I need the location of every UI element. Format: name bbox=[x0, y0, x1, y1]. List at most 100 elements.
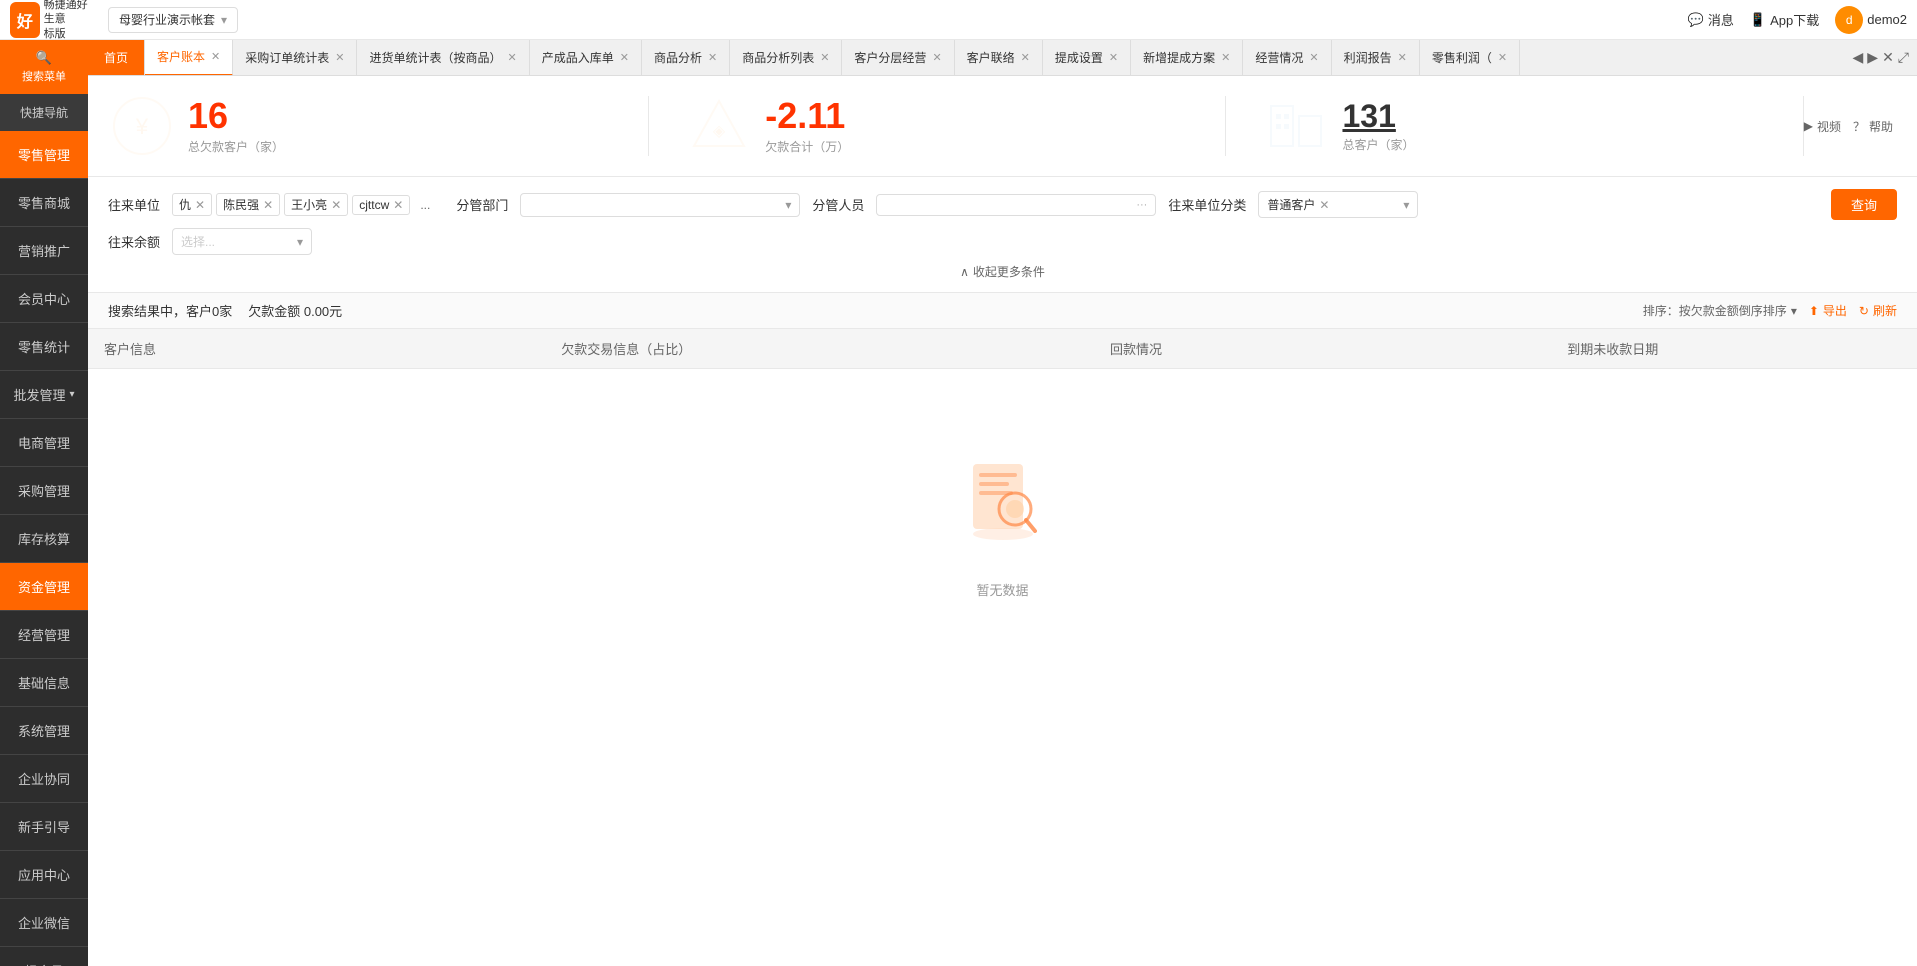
filter-tag-qiu[interactable]: 仇 ✕ bbox=[172, 193, 212, 216]
tab-close-instock-stats[interactable]: ✕ bbox=[508, 51, 517, 64]
sidebar-item-inventory[interactable]: 库存核算 bbox=[0, 514, 88, 562]
tab-promotion-settings[interactable]: 提成设置 ✕ bbox=[1043, 40, 1131, 76]
person-select[interactable]: ··· bbox=[876, 194, 1156, 216]
phone-icon: 📱 bbox=[1750, 12, 1766, 28]
stats-right-actions: ▶ 视频 ？ 帮助 bbox=[1804, 96, 1893, 156]
tab-business-status[interactable]: 经营情况 ✕ bbox=[1243, 40, 1331, 76]
filter-tag-chen[interactable]: 陈民强 ✕ bbox=[216, 193, 280, 216]
account-dropdown[interactable]: 母婴行业演示帐套 ▾ bbox=[108, 7, 238, 33]
tab-retail-profit[interactable]: 零售利润（ ✕ bbox=[1420, 40, 1520, 76]
tab-close-retail-profit[interactable]: ✕ bbox=[1498, 51, 1507, 64]
filter-tag-more[interactable]: ... bbox=[414, 196, 436, 214]
sidebar-item-app-center[interactable]: 应用中心 bbox=[0, 850, 88, 898]
query-button[interactable]: 查询 bbox=[1831, 189, 1897, 220]
logo-area: 好 畅捷通好生意 标版 bbox=[10, 0, 98, 41]
sidebar-search[interactable]: 🔍 搜索菜单 bbox=[0, 40, 88, 94]
close-tag-qiu[interactable]: ✕ bbox=[195, 198, 205, 212]
balance-select[interactable]: 选择... ▾ bbox=[172, 228, 312, 255]
tab-close-business-status[interactable]: ✕ bbox=[1309, 51, 1318, 64]
help-button[interactable]: ？ 帮助 bbox=[1853, 118, 1893, 135]
tab-profit-report[interactable]: 利润报告 ✕ bbox=[1332, 40, 1420, 76]
result-bar: 搜索结果中，客户0家 欠款金额 0.00元 排序：按欠款金额倒序排序 ▾ ⬆ 导… bbox=[88, 293, 1917, 329]
tab-close-all[interactable]: ✕ bbox=[1882, 49, 1894, 66]
stat-overdue-customers: ¥ 16 总欠款客户（家） bbox=[112, 96, 649, 156]
user-menu[interactable]: d demo2 bbox=[1835, 6, 1907, 34]
search-icon: 🔍 bbox=[0, 50, 88, 66]
collapse-button[interactable]: ∧ 收起更多条件 bbox=[108, 263, 1897, 280]
tab-customer-contact[interactable]: 客户联络 ✕ bbox=[955, 40, 1043, 76]
export-button[interactable]: ⬆ 导出 bbox=[1809, 302, 1847, 319]
tab-close-customers[interactable]: ✕ bbox=[211, 50, 220, 63]
sidebar-item-enterprise-wechat[interactable]: 企业微信 bbox=[0, 898, 88, 946]
tab-close-promotion-settings[interactable]: ✕ bbox=[1109, 51, 1118, 64]
sidebar-item-finance[interactable]: 资金管理 bbox=[0, 562, 88, 610]
tab-close-product-instock[interactable]: ✕ bbox=[620, 51, 629, 64]
sidebar-item-purchase[interactable]: 采购管理 bbox=[0, 466, 88, 514]
close-tag-wang[interactable]: ✕ bbox=[331, 198, 341, 212]
dept-select[interactable]: ▾ bbox=[520, 193, 800, 217]
sidebar-item-wholesale[interactable]: 批发管理 ▾ bbox=[0, 370, 88, 418]
tab-product-analysis[interactable]: 商品分析 ✕ bbox=[642, 40, 730, 76]
message-button[interactable]: 💬 消息 bbox=[1688, 10, 1734, 29]
stat-total-customers: 131 总客户（家） bbox=[1226, 96, 1803, 156]
tab-scroll-right[interactable]: ▶ bbox=[1867, 49, 1878, 66]
tab-close-profit-report[interactable]: ✕ bbox=[1398, 51, 1407, 64]
top-bar: 好 畅捷通好生意 标版 母婴行业演示帐套 ▾ 💬 消息 📱 App下载 d de… bbox=[0, 0, 1917, 40]
overdue-amount-number: -2.11 bbox=[765, 98, 849, 134]
sidebar-item-retail-stats[interactable]: 零售统计 bbox=[0, 322, 88, 370]
tab-close-new-promotion[interactable]: ✕ bbox=[1221, 51, 1230, 64]
close-tag-chen[interactable]: ✕ bbox=[263, 198, 273, 212]
total-customers-label: 总客户（家） bbox=[1342, 136, 1414, 153]
tab-product-analysis-list[interactable]: 商品分析列表 ✕ bbox=[730, 40, 842, 76]
refresh-icon: ↻ bbox=[1859, 304, 1869, 318]
tab-close-purchase-order[interactable]: ✕ bbox=[335, 51, 344, 64]
video-button[interactable]: ▶ 视频 bbox=[1804, 118, 1841, 135]
logo-text: 畅捷通好生意 标版 bbox=[44, 0, 98, 41]
overdue-amount-icon: ◈ bbox=[689, 96, 749, 156]
person-label: 分管人员 bbox=[812, 195, 864, 214]
th-due-date: 到期未收款日期 bbox=[1551, 329, 1917, 369]
tab-close-product-analysis[interactable]: ✕ bbox=[708, 51, 717, 64]
sidebar-item-system[interactable]: 系统管理 bbox=[0, 706, 88, 754]
total-customers-number: 131 bbox=[1342, 100, 1414, 132]
app-download-button[interactable]: 📱 App下载 bbox=[1750, 10, 1819, 29]
close-category-tag[interactable]: ✕ bbox=[1319, 198, 1329, 212]
category-select[interactable]: 普通客户 ✕ ▾ bbox=[1258, 191, 1418, 218]
sort-label[interactable]: 排序：按欠款金额倒序排序 ▾ bbox=[1643, 302, 1797, 319]
sidebar-item-operations[interactable]: 经营管理 bbox=[0, 610, 88, 658]
filter-tag-cjttcw[interactable]: cjttcw ✕ bbox=[352, 195, 410, 215]
sidebar-item-vip-member[interactable]: 畅会员 bbox=[0, 946, 88, 966]
tab-product-instock[interactable]: 产成品入库单 ✕ bbox=[530, 40, 642, 76]
sidebar-item-retail-mall[interactable]: 零售商城 bbox=[0, 178, 88, 226]
sidebar-item-ecommerce[interactable]: 电商管理 bbox=[0, 418, 88, 466]
sort-text: 排序：按欠款金额倒序排序 bbox=[1643, 302, 1787, 319]
tab-expand[interactable]: ⤢ bbox=[1898, 49, 1909, 66]
sidebar-item-marketing[interactable]: 营销推广 bbox=[0, 226, 88, 274]
tab-scroll-left[interactable]: ◀ bbox=[1853, 49, 1864, 66]
refresh-button[interactable]: ↻ 刷新 bbox=[1859, 302, 1897, 319]
page-content: ¥ 16 总欠款客户（家） ◈ bbox=[88, 76, 1917, 966]
empty-icon bbox=[953, 449, 1053, 568]
sidebar-item-guide[interactable]: 新手引导 bbox=[0, 802, 88, 850]
filter-tag-wang[interactable]: 王小亮 ✕ bbox=[284, 193, 348, 216]
th-overdue-info: 欠款交易信息（占比） bbox=[545, 329, 1094, 369]
sort-arrow: ▾ bbox=[1791, 304, 1797, 318]
category-tag[interactable]: 普通客户 ✕ bbox=[1267, 196, 1329, 213]
sidebar-item-retail[interactable]: 零售管理 bbox=[0, 131, 88, 178]
tab-purchase-order[interactable]: 采购订单统计表 ✕ bbox=[233, 40, 357, 76]
tab-close-product-analysis-list[interactable]: ✕ bbox=[820, 51, 829, 64]
tab-instock-stats[interactable]: 进货单统计表（按商品） ✕ bbox=[357, 40, 529, 76]
tab-customer-segment[interactable]: 客户分层经营 ✕ bbox=[842, 40, 954, 76]
close-tag-cjttcw[interactable]: ✕ bbox=[393, 198, 403, 212]
tab-home[interactable]: 首页 bbox=[88, 40, 145, 76]
tab-customers[interactable]: 客户账本 ✕ bbox=[145, 40, 233, 76]
action-buttons: ⬆ 导出 ↻ 刷新 bbox=[1809, 302, 1897, 319]
sidebar-item-basic-info[interactable]: 基础信息 bbox=[0, 658, 88, 706]
tab-new-promotion[interactable]: 新增提成方案 ✕ bbox=[1131, 40, 1243, 76]
sidebar-item-enterprise[interactable]: 企业协同 bbox=[0, 754, 88, 802]
th-customer-info: 客户信息 bbox=[88, 329, 545, 369]
tab-close-customer-contact[interactable]: ✕ bbox=[1021, 51, 1030, 64]
tab-close-customer-segment[interactable]: ✕ bbox=[932, 51, 941, 64]
sidebar-quick-nav[interactable]: 快捷导航 bbox=[0, 94, 88, 131]
sidebar-item-member[interactable]: 会员中心 bbox=[0, 274, 88, 322]
